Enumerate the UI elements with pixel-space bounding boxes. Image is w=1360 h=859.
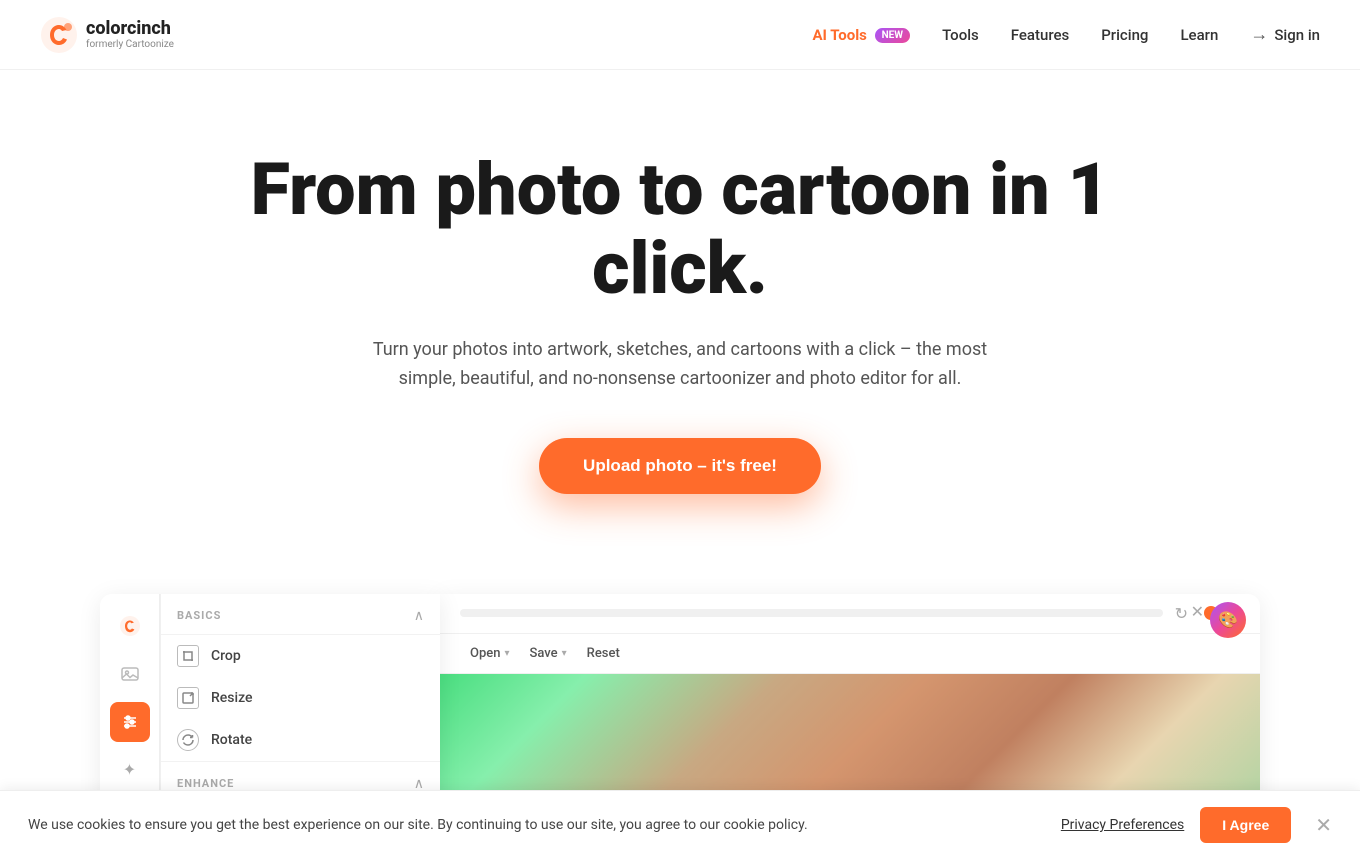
cookie-close-button[interactable]: ✕ [1315, 813, 1332, 838]
cookie-text: We use cookies to ensure you get the bes… [28, 817, 1061, 833]
save-chevron-icon: ▾ [562, 648, 567, 659]
close-icon[interactable]: ✕ [1191, 602, 1204, 621]
hero-subtitle: Turn your photos into artwork, sketches,… [350, 336, 1010, 394]
new-badge: NEW [875, 28, 910, 43]
upload-button[interactable]: Upload photo – it's free! [539, 438, 821, 494]
open-chevron-icon: ▾ [504, 648, 509, 659]
logo-icon [40, 16, 78, 54]
crop-label: Crop [211, 648, 241, 664]
nav-links: AI Tools NEW Tools Features Pricing Lear… [812, 24, 1320, 45]
signin-button[interactable]: → Sign in [1250, 24, 1320, 45]
sidebar-icon-sparkle[interactable]: ✦ [110, 750, 150, 790]
hero-section: From photo to cartoon in 1 click. Turn y… [0, 70, 1360, 534]
navbar: colorcinch formerly Cartoonize AI Tools … [0, 0, 1360, 70]
sidebar-icon-adjust[interactable] [110, 702, 150, 742]
cookie-actions: Privacy Preferences I Agree ✕ [1061, 807, 1332, 843]
logo-text: colorcinch formerly Cartoonize [86, 19, 174, 50]
signin-icon: → [1250, 24, 1268, 45]
logo-sub: formerly Cartoonize [86, 39, 174, 50]
logo[interactable]: colorcinch formerly Cartoonize [40, 16, 174, 54]
logo-name: colorcinch [86, 19, 174, 39]
reload-icon[interactable]: ↻ [1175, 604, 1188, 623]
cookie-agree-button[interactable]: I Agree [1200, 807, 1291, 843]
rotate-label: Rotate [211, 732, 252, 748]
open-button[interactable]: Open ▾ [460, 642, 520, 665]
privacy-prefs-link[interactable]: Privacy Preferences [1061, 817, 1184, 833]
hero-title: From photo to cartoon in 1 click. [230, 150, 1130, 308]
save-button[interactable]: Save ▾ [520, 642, 577, 665]
sidebar-item-crop[interactable]: Crop [161, 635, 440, 677]
nav-link-ai-tools[interactable]: AI Tools NEW [812, 26, 910, 44]
nav-link-tools[interactable]: Tools [942, 26, 979, 44]
rotate-tool-icon [177, 729, 199, 751]
sidebar-icon-logo[interactable] [110, 606, 150, 646]
reset-button[interactable]: Reset [577, 642, 630, 665]
editor-toolbar: ↻ [440, 594, 1260, 634]
cookie-banner: We use cookies to ensure you get the bes… [0, 790, 1360, 859]
nav-link-learn[interactable]: Learn [1180, 26, 1218, 44]
nav-link-pricing[interactable]: Pricing [1101, 26, 1148, 44]
avatar: 🎨 [1210, 602, 1246, 638]
nav-link-features[interactable]: Features [1011, 26, 1069, 44]
sidebar-icon-image[interactable] [110, 654, 150, 694]
sidebar-item-rotate[interactable]: Rotate [161, 719, 440, 761]
resize-tool-icon [177, 687, 199, 709]
editor-actions: Open ▾ Save ▾ Reset 🎨 ✕ [440, 634, 1260, 674]
resize-label: Resize [211, 690, 253, 706]
basics-chevron-icon: ∧ [414, 608, 424, 624]
crop-tool-icon [177, 645, 199, 667]
progress-bar [460, 609, 1163, 617]
sidebar-item-resize[interactable]: Resize [161, 677, 440, 719]
sidebar-basics-header: BASICS ∧ [161, 594, 440, 635]
